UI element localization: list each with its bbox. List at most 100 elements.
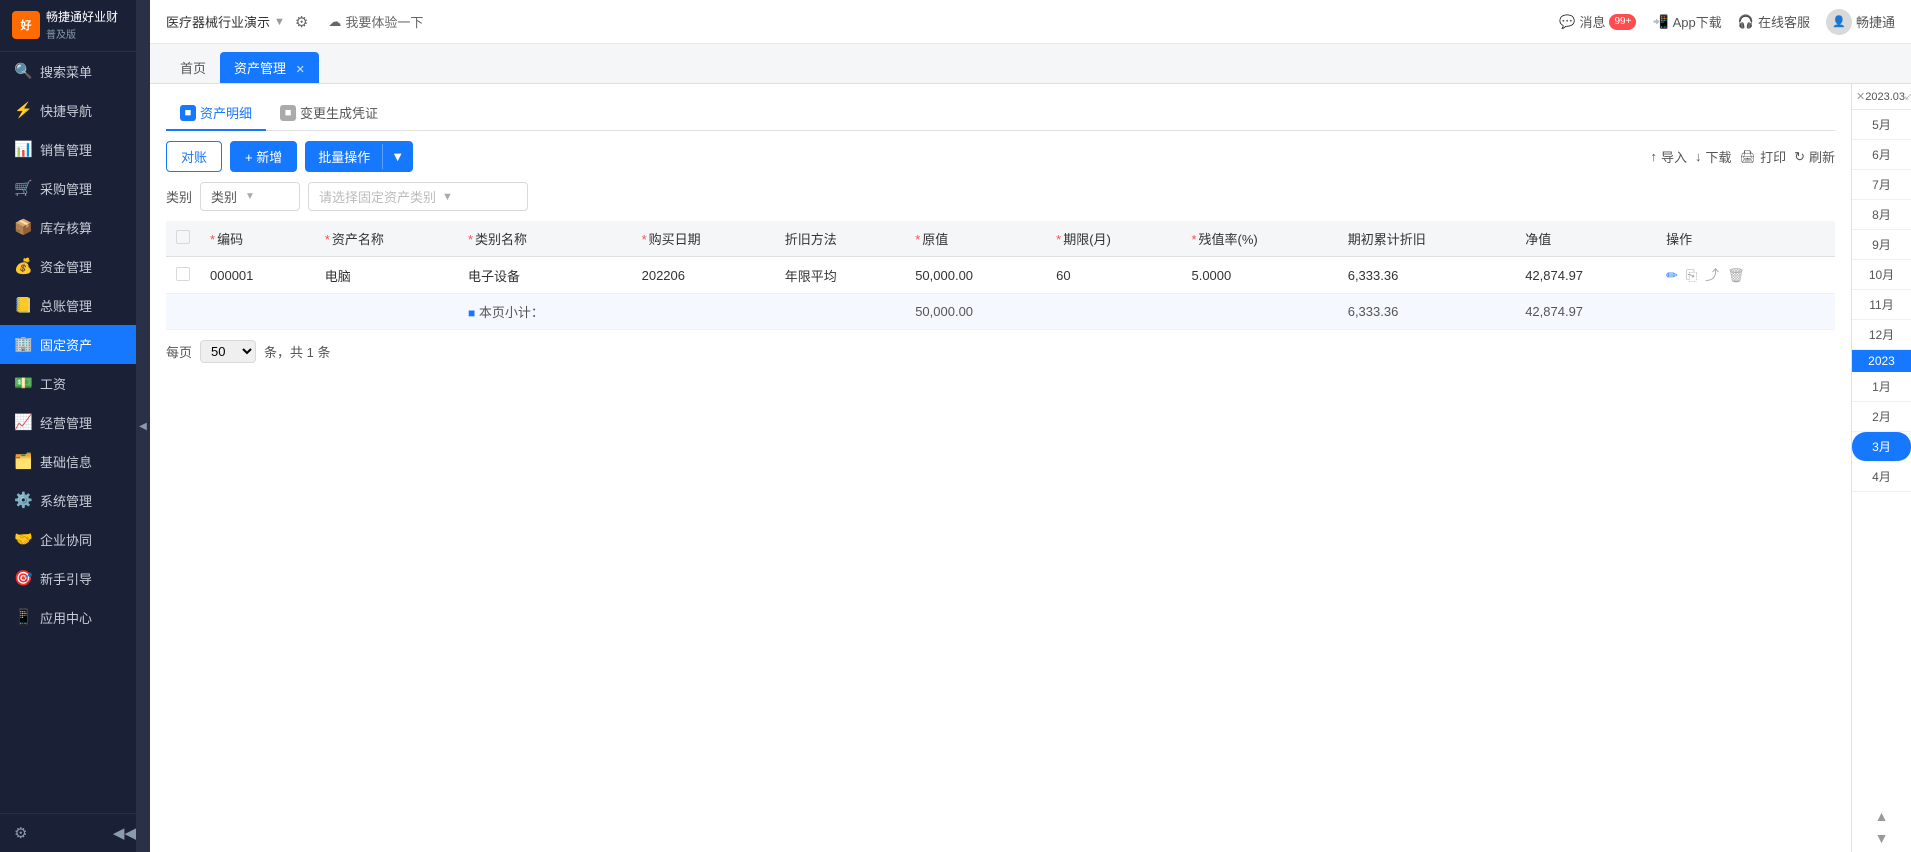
cell-purchase-date: 202206 bbox=[632, 257, 775, 294]
category-select[interactable]: 类别 ▼ bbox=[200, 182, 300, 211]
sidebar-collapse-btn[interactable]: ◀ bbox=[136, 0, 150, 852]
customer-service-btn[interactable]: 🎧 在线客服 bbox=[1738, 12, 1810, 31]
reconcile-button[interactable]: 对账 bbox=[166, 141, 222, 172]
refresh-action[interactable]: ↻ 刷新 bbox=[1794, 147, 1835, 166]
sidebar-item-capital[interactable]: 💰 资金管理 bbox=[0, 247, 150, 286]
cal-down-icon[interactable]: ▼ bbox=[1875, 830, 1889, 846]
cal-month-4[interactable]: 4月 bbox=[1852, 462, 1911, 492]
collapse-icon[interactable]: ◀◀ bbox=[113, 824, 136, 842]
sidebar-item-basic-info[interactable]: 🗂️ 基础信息 bbox=[0, 442, 150, 481]
cal-up-icon[interactable]: ▲ bbox=[1875, 808, 1889, 824]
tab-asset-mgmt[interactable]: 资产管理 ✕ bbox=[220, 52, 319, 83]
subtotal-original-value: 50,000.00 bbox=[905, 294, 1046, 330]
per-page-label: 每页 bbox=[166, 342, 192, 361]
th-accumulated-depreciation: 期初累计折旧 bbox=[1338, 221, 1515, 257]
calendar-year-month: 2023.03 bbox=[1865, 91, 1905, 103]
sidebar-item-label: 采购管理 bbox=[40, 179, 92, 198]
select-all-checkbox[interactable] bbox=[176, 230, 190, 244]
sidebar-item-purchase[interactable]: 🛒 采购管理 bbox=[0, 169, 150, 208]
th-original-value: *原值 bbox=[905, 221, 1046, 257]
cal-month-12[interactable]: 12月 bbox=[1852, 320, 1911, 350]
input-arrow-icon: ▼ bbox=[442, 191, 453, 203]
category-input[interactable]: 请选择固定资产类别 ▼ bbox=[308, 182, 528, 211]
cal-month-9[interactable]: 9月 bbox=[1852, 230, 1911, 260]
tab-close-icon[interactable]: ✕ bbox=[296, 64, 305, 76]
sidebar-item-label: 应用中心 bbox=[40, 608, 92, 627]
subtotal-net-value: 42,874.97 bbox=[1515, 294, 1656, 330]
download-icon: 📲 bbox=[1652, 14, 1668, 30]
topbar-settings-icon[interactable]: ⚙ bbox=[295, 13, 308, 31]
copy-icon[interactable]: ⎘ bbox=[1686, 267, 1697, 284]
cal-month-1[interactable]: 1月 bbox=[1852, 372, 1911, 402]
calendar-expand-btn[interactable]: ⤢ bbox=[1905, 90, 1911, 103]
export-icon: ↑ bbox=[1651, 149, 1658, 164]
user-profile-btn[interactable]: 👤 畅捷通 bbox=[1826, 9, 1895, 35]
row-checkbox[interactable] bbox=[176, 267, 190, 281]
sidebar-item-label: 系统管理 bbox=[40, 491, 92, 510]
sidebar-item-operations[interactable]: 📈 经营管理 bbox=[0, 403, 150, 442]
print-action[interactable]: 🖨 打印 bbox=[1740, 147, 1787, 166]
cal-month-7[interactable]: 7月 bbox=[1852, 170, 1911, 200]
sidebar-item-search[interactable]: 🔍 搜索菜单 bbox=[0, 52, 150, 91]
sidebar-nav: 🔍 搜索菜单 ⚡ 快捷导航 📊 销售管理 🛒 采购管理 📦 库存核算 💰 资金管… bbox=[0, 52, 150, 813]
subtotal-empty-2 bbox=[200, 294, 315, 330]
sidebar-item-app-center[interactable]: 📱 应用中心 bbox=[0, 598, 150, 637]
subtotal-label: 本页小计： bbox=[479, 305, 544, 320]
cell-period: 60 bbox=[1046, 257, 1181, 294]
company-selector[interactable]: 医疗器械行业演示 ▼ bbox=[166, 12, 285, 31]
table-row: 000001 电脑 电子设备 202206 年限平均 50,000.00 60 … bbox=[166, 257, 1835, 294]
cell-depreciation-method: 年限平均 bbox=[775, 257, 905, 294]
delete-icon[interactable]: 🗑 bbox=[1727, 267, 1745, 284]
per-page-select[interactable]: 50 10 20 100 bbox=[200, 340, 256, 363]
share-icon[interactable]: ⤴ bbox=[1705, 265, 1719, 285]
cal-month-3[interactable]: 3月 bbox=[1852, 432, 1911, 462]
settings-icon[interactable]: ⚙ bbox=[14, 824, 27, 842]
message-badge: 99+ bbox=[1609, 14, 1636, 30]
cal-month-6[interactable]: 6月 bbox=[1852, 140, 1911, 170]
cell-action: ✏ ⎘ ⤴ 🗑 bbox=[1656, 257, 1835, 294]
tab-home[interactable]: 首页 bbox=[166, 52, 220, 83]
batch-ops-button[interactable]: 批量操作 ▼ bbox=[305, 141, 413, 172]
export-action[interactable]: ↑ 导入 bbox=[1651, 147, 1688, 166]
sidebar-item-ledger[interactable]: 📒 总账管理 bbox=[0, 286, 150, 325]
payroll-icon: 💵 bbox=[14, 374, 32, 392]
toolbar: 对账 + 新增 批量操作 ▼ ↑ 导入 ↓ 下载 🖨 bbox=[166, 141, 1835, 172]
sidebar-item-fixed-assets[interactable]: 🏢 固定资产 bbox=[0, 325, 150, 364]
subtotal-empty-7 bbox=[1181, 294, 1337, 330]
sidebar-item-inventory[interactable]: 📦 库存核算 bbox=[0, 208, 150, 247]
sidebar-item-label: 工资 bbox=[40, 374, 66, 393]
app-download-btn[interactable]: 📲 App下载 bbox=[1652, 12, 1721, 31]
th-name: *资产名称 bbox=[315, 221, 458, 257]
sidebar-item-quick-nav[interactable]: ⚡ 快捷导航 bbox=[0, 91, 150, 130]
toolbar-right-actions: ↑ 导入 ↓ 下载 🖨 打印 ↻ 刷新 bbox=[1651, 147, 1835, 166]
sidebar-item-label: 库存核算 bbox=[40, 218, 92, 237]
cal-month-11[interactable]: 11月 bbox=[1852, 290, 1911, 320]
app-download-label: App下载 bbox=[1673, 12, 1722, 31]
cal-month-8[interactable]: 8月 bbox=[1852, 200, 1911, 230]
cal-month-2[interactable]: 2月 bbox=[1852, 402, 1911, 432]
download-action[interactable]: ↓ 下载 bbox=[1695, 147, 1732, 166]
message-icon: 💬 bbox=[1559, 14, 1575, 30]
calendar-prev-btn[interactable]: ✕ bbox=[1856, 90, 1865, 103]
message-btn[interactable]: 💬 消息 99+ bbox=[1559, 12, 1636, 31]
sub-tab-asset-detail[interactable]: ■ 资产明细 bbox=[166, 96, 266, 131]
sidebar-item-sales[interactable]: 📊 销售管理 bbox=[0, 130, 150, 169]
category-placeholder: 请选择固定资产类别 bbox=[319, 187, 436, 206]
sidebar-item-enterprise[interactable]: 🤝 企业协同 bbox=[0, 520, 150, 559]
experience-btn[interactable]: ☁ 我要体验一下 bbox=[328, 12, 423, 31]
cal-month-10[interactable]: 10月 bbox=[1852, 260, 1911, 290]
sidebar-item-guide[interactable]: 🎯 新手引导 bbox=[0, 559, 150, 598]
sidebar-item-payroll[interactable]: 💵 工资 bbox=[0, 364, 150, 403]
new-button[interactable]: + 新增 bbox=[230, 141, 297, 172]
sidebar-item-label: 基础信息 bbox=[40, 452, 92, 471]
sub-tab-change-voucher[interactable]: ■ 变更生成凭证 bbox=[266, 96, 392, 131]
calendar-header: ✕ 2023.03 ⤢ bbox=[1852, 84, 1911, 110]
batch-arrow-icon[interactable]: ▼ bbox=[382, 144, 412, 169]
sidebar-item-label: 固定资产 bbox=[40, 335, 92, 354]
cal-month-5[interactable]: 5月 bbox=[1852, 110, 1911, 140]
subtotal-empty-3 bbox=[315, 294, 458, 330]
sidebar-item-system[interactable]: ⚙️ 系统管理 bbox=[0, 481, 150, 520]
th-checkbox bbox=[166, 221, 200, 257]
edit-icon[interactable]: ✏ bbox=[1666, 267, 1678, 284]
calendar-months: 5月 6月 7月 8月 9月 10月 11月 12月 2023 1月 2月 3月… bbox=[1852, 110, 1911, 802]
